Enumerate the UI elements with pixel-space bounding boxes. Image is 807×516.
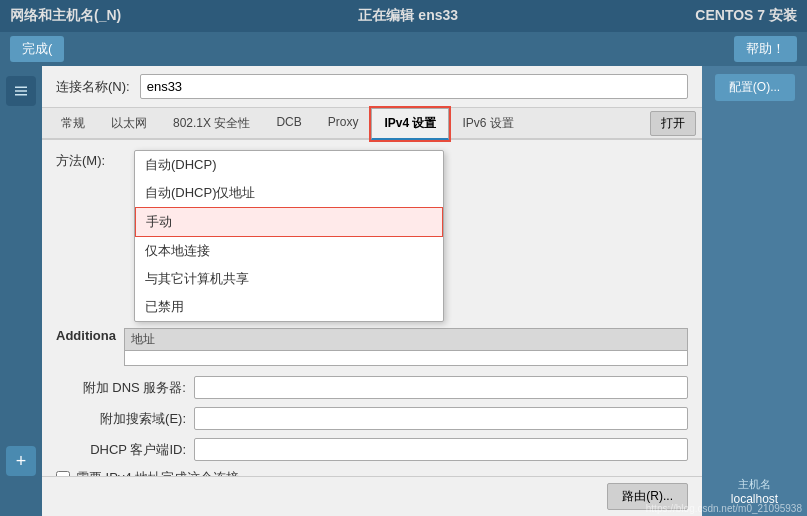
hostname-label: 主机名 bbox=[731, 477, 778, 492]
dropdown-item-auto-dhcp-addr[interactable]: 自动(DHCP)仅地址 bbox=[135, 179, 443, 207]
dns-row: 附加 DNS 服务器: bbox=[56, 376, 688, 399]
right-panel: 配置(O)... 主机名 localhost bbox=[702, 66, 807, 516]
tab-content-ipv4: 方法(M): 自动(DHCP) 自动(DHCP)仅地址 手动 仅本地连接 与其它… bbox=[42, 140, 702, 476]
dns-input[interactable] bbox=[194, 376, 688, 399]
method-label: 方法(M): bbox=[56, 150, 126, 170]
add-button[interactable]: + bbox=[6, 446, 36, 476]
tab-ipv6[interactable]: IPv6 设置 bbox=[449, 108, 526, 140]
top-bar-center: 正在编辑 ens33 bbox=[358, 7, 458, 25]
address-col-header: 地址 bbox=[131, 331, 681, 348]
open-button[interactable]: 打开 bbox=[650, 111, 696, 136]
dhcp-client-id-row: DHCP 客户端ID: bbox=[56, 438, 688, 461]
top-bar-title: 网络和主机名(_N) bbox=[10, 7, 121, 25]
dhcp-client-id-label: DHCP 客户端ID: bbox=[56, 441, 186, 459]
additional-section: Additiona 地址 附加 DNS 服务器: 附加搜索域(E): bbox=[56, 328, 688, 476]
config-button[interactable]: 配置(O)... bbox=[715, 74, 795, 101]
method-dropdown-area: 自动(DHCP) 自动(DHCP)仅地址 手动 仅本地连接 与其它计算机共享 已… bbox=[134, 150, 688, 322]
method-row: 方法(M): 自动(DHCP) 自动(DHCP)仅地址 手动 仅本地连接 与其它… bbox=[56, 150, 688, 322]
tab-security[interactable]: 802.1X 安全性 bbox=[160, 108, 263, 140]
dns-label: 附加 DNS 服务器: bbox=[56, 379, 186, 397]
top-bar: 网络和主机名(_N) 正在编辑 ens33 CENTOS 7 安装 bbox=[0, 0, 807, 32]
tab-dcb[interactable]: DCB bbox=[263, 108, 314, 140]
dropdown-item-auto-dhcp[interactable]: 自动(DHCP) bbox=[135, 151, 443, 179]
additional-header: Additiona bbox=[56, 328, 116, 343]
help-button[interactable]: 帮助！ bbox=[734, 36, 797, 62]
url-watermark: https://blog.csdn.net/m0_21095938 bbox=[646, 503, 802, 514]
connection-name-row: 连接名称(N): bbox=[42, 66, 702, 108]
second-bar: 完成( 帮助！ bbox=[0, 32, 807, 66]
checkbox-row: 需要 IPv4 地址完成这个连接 bbox=[56, 469, 688, 476]
dropdown-item-disabled[interactable]: 已禁用 bbox=[135, 293, 443, 321]
address-table-header: 地址 bbox=[125, 329, 687, 351]
dialog-content: 连接名称(N): 常规 以太网 802.1X 安全性 DCB Proxy IPv… bbox=[42, 66, 702, 516]
address-table: 地址 bbox=[124, 328, 688, 366]
complete-button[interactable]: 完成( bbox=[10, 36, 64, 62]
dropdown-list: 自动(DHCP) 自动(DHCP)仅地址 手动 仅本地连接 与其它计算机共享 已… bbox=[134, 150, 444, 322]
dropdown-item-local-only[interactable]: 仅本地连接 bbox=[135, 237, 443, 265]
search-domain-label: 附加搜索域(E): bbox=[56, 410, 186, 428]
left-sidebar: + bbox=[0, 66, 42, 516]
search-domain-row: 附加搜索域(E): bbox=[56, 407, 688, 430]
search-domain-input[interactable] bbox=[194, 407, 688, 430]
network-icon bbox=[12, 82, 30, 100]
tab-ipv4[interactable]: IPv4 设置 bbox=[371, 108, 449, 140]
dropdown-item-manual[interactable]: 手动 bbox=[135, 207, 443, 237]
tab-general[interactable]: 常规 bbox=[48, 108, 98, 140]
dropdown-item-shared[interactable]: 与其它计算机共享 bbox=[135, 265, 443, 293]
top-bar-right-title: CENTOS 7 安装 bbox=[695, 7, 797, 25]
tabs-bar: 常规 以太网 802.1X 安全性 DCB Proxy IPv4 设置 IPv6… bbox=[42, 108, 702, 140]
tab-proxy[interactable]: Proxy bbox=[315, 108, 372, 140]
sidebar-network-icon[interactable] bbox=[6, 76, 36, 106]
connection-name-label: 连接名称(N): bbox=[56, 78, 130, 96]
connection-name-input[interactable] bbox=[140, 74, 688, 99]
dhcp-client-id-input[interactable] bbox=[194, 438, 688, 461]
main-area: + 连接名称(N): 常规 以太网 802.1X 安全性 DCB Proxy I… bbox=[0, 66, 807, 516]
ipv4-required-checkbox[interactable] bbox=[56, 471, 70, 476]
bottom-row: 路由(R)... bbox=[42, 476, 702, 516]
checkbox-label: 需要 IPv4 地址完成这个连接 bbox=[76, 469, 239, 476]
tab-ethernet[interactable]: 以太网 bbox=[98, 108, 160, 140]
